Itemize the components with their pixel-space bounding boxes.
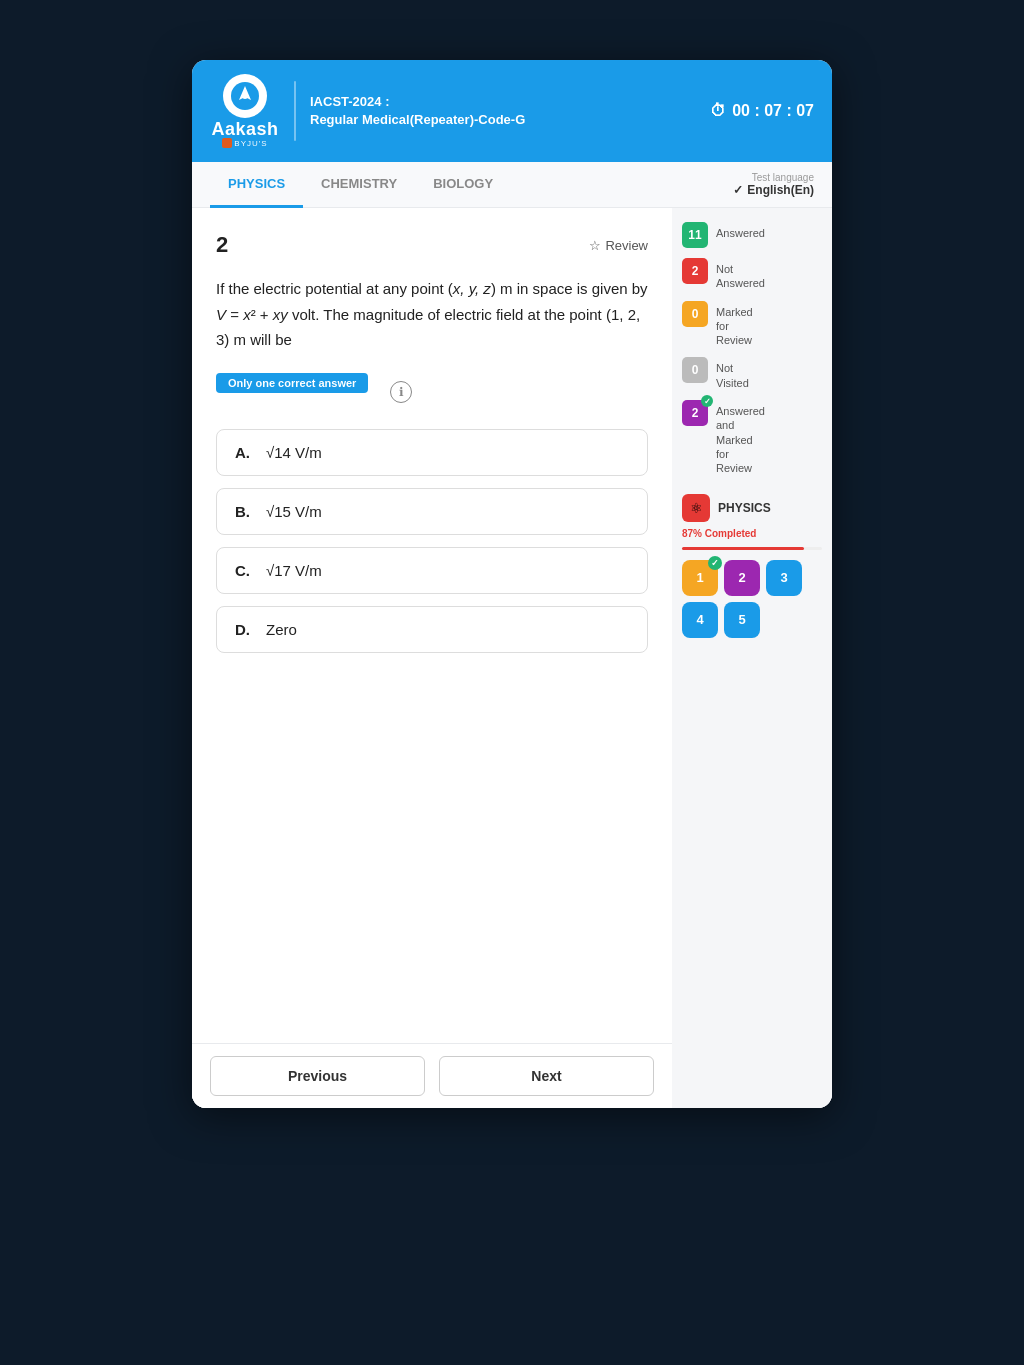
marked-review-text: MarkedforReview: [716, 305, 753, 348]
header: Aakash BYJU'S IACST-2024 : Regular Medic…: [192, 60, 832, 162]
option-a-text: √14 V/m: [266, 444, 322, 461]
checkmark-icon: ✓: [733, 183, 743, 197]
q-num-1[interactable]: 1: [682, 560, 718, 596]
status-answered-marked: 2 ✓ AnsweredandMarkedforReview: [682, 400, 822, 475]
option-b-label: B.: [235, 503, 250, 520]
option-c[interactable]: C. √17 V/m: [216, 547, 648, 594]
previous-button[interactable]: Previous: [210, 1056, 425, 1096]
option-a[interactable]: A. √14 V/m: [216, 429, 648, 476]
progress-bar-fill: [682, 547, 804, 550]
info-icon[interactable]: ℹ: [390, 381, 412, 403]
header-info: IACST-2024 : Regular Medical(Repeater)-C…: [310, 93, 696, 129]
tab-chemistry[interactable]: CHEMISTRY: [303, 162, 415, 208]
language-selector[interactable]: Test language ✓ English(En): [733, 172, 814, 197]
tabs-bar: PHYSICS CHEMISTRY BIOLOGY Test language …: [192, 162, 832, 208]
answered-marked-text: AnsweredandMarkedforReview: [716, 404, 765, 475]
status-answered: 11 Answered: [682, 222, 822, 248]
timer-value: 00 : 07 : 07: [732, 102, 814, 120]
app-container: Aakash BYJU'S IACST-2024 : Regular Medic…: [192, 60, 832, 1108]
logo-text: Aakash: [211, 120, 278, 138]
subject-progress: 87% Completed: [682, 528, 822, 539]
options-list: A. √14 V/m B. √15 V/m C. √17 V/m D. Zero: [216, 429, 648, 653]
tabs-left: PHYSICS CHEMISTRY BIOLOGY: [210, 162, 733, 207]
star-icon: ☆: [589, 238, 601, 253]
answered-marked-badge: 2 ✓: [682, 400, 708, 426]
option-c-label: C.: [235, 562, 250, 579]
option-d[interactable]: D. Zero: [216, 606, 648, 653]
option-d-label: D.: [235, 621, 250, 638]
status-not-visited: 0 NotVisited: [682, 357, 822, 390]
not-answered-badge: 2: [682, 258, 708, 284]
status-not-answered: 2 NotAnswered: [682, 258, 822, 291]
question-text: If the electric potential at any point (…: [216, 276, 648, 353]
option-b[interactable]: B. √15 V/m: [216, 488, 648, 535]
option-b-text: √15 V/m: [266, 503, 322, 520]
option-a-label: A.: [235, 444, 250, 461]
option-d-text: Zero: [266, 621, 297, 638]
header-divider: [294, 81, 296, 141]
logo-sub: BYJU'S: [222, 138, 267, 148]
language-label: Test language: [752, 172, 814, 183]
not-answered-text: NotAnswered: [716, 262, 765, 291]
q-num-2[interactable]: 2: [724, 560, 760, 596]
bottom-nav: Previous Next: [192, 1043, 672, 1108]
byju-icon: [222, 138, 232, 148]
exam-title: IACST-2024 : Regular Medical(Repeater)-C…: [310, 93, 696, 129]
q-num-3[interactable]: 3: [766, 560, 802, 596]
question-header: 2 ☆ Review: [216, 232, 648, 258]
answered-text: Answered: [716, 226, 765, 240]
subject-header: ⚛ PHYSICS: [682, 494, 822, 522]
next-button[interactable]: Next: [439, 1056, 654, 1096]
marked-review-badge: 0: [682, 301, 708, 327]
answer-type-badge: Only one correct answer: [216, 373, 368, 393]
header-timer: ⏱ 00 : 07 : 07: [710, 102, 814, 120]
question-panel: 2 ☆ Review If the electric potential at …: [192, 208, 672, 1108]
subject-icon: ⚛: [682, 494, 710, 522]
question-numbers: 1 2 3 4 5: [682, 560, 822, 638]
q-num-5[interactable]: 5: [724, 602, 760, 638]
question-number: 2: [216, 232, 228, 257]
language-value[interactable]: ✓ English(En): [733, 183, 814, 197]
logo-circle: [223, 74, 267, 118]
svg-point-1: [242, 93, 248, 99]
not-visited-badge: 0: [682, 357, 708, 383]
tab-physics[interactable]: PHYSICS: [210, 162, 303, 208]
q-num-4[interactable]: 4: [682, 602, 718, 638]
logo-area: Aakash BYJU'S: [210, 74, 280, 148]
tab-biology[interactable]: BIOLOGY: [415, 162, 511, 208]
status-marked-review: 0 MarkedforReview: [682, 301, 822, 348]
timer-icon: ⏱: [710, 102, 726, 120]
sidebar-panel: 11 Answered 2 NotAnswered 0 MarkedforRev…: [672, 208, 832, 1108]
main-content: 2 ☆ Review If the electric potential at …: [192, 208, 832, 1108]
answered-badge: 11: [682, 222, 708, 248]
progress-bar-wrap: [682, 547, 822, 550]
not-visited-text: NotVisited: [716, 361, 749, 390]
subject-name: PHYSICS: [718, 501, 771, 515]
option-c-text: √17 V/m: [266, 562, 322, 579]
review-button[interactable]: ☆ Review: [589, 238, 648, 253]
subject-section: ⚛ PHYSICS 87% Completed 1 2 3 4 5: [682, 494, 822, 638]
